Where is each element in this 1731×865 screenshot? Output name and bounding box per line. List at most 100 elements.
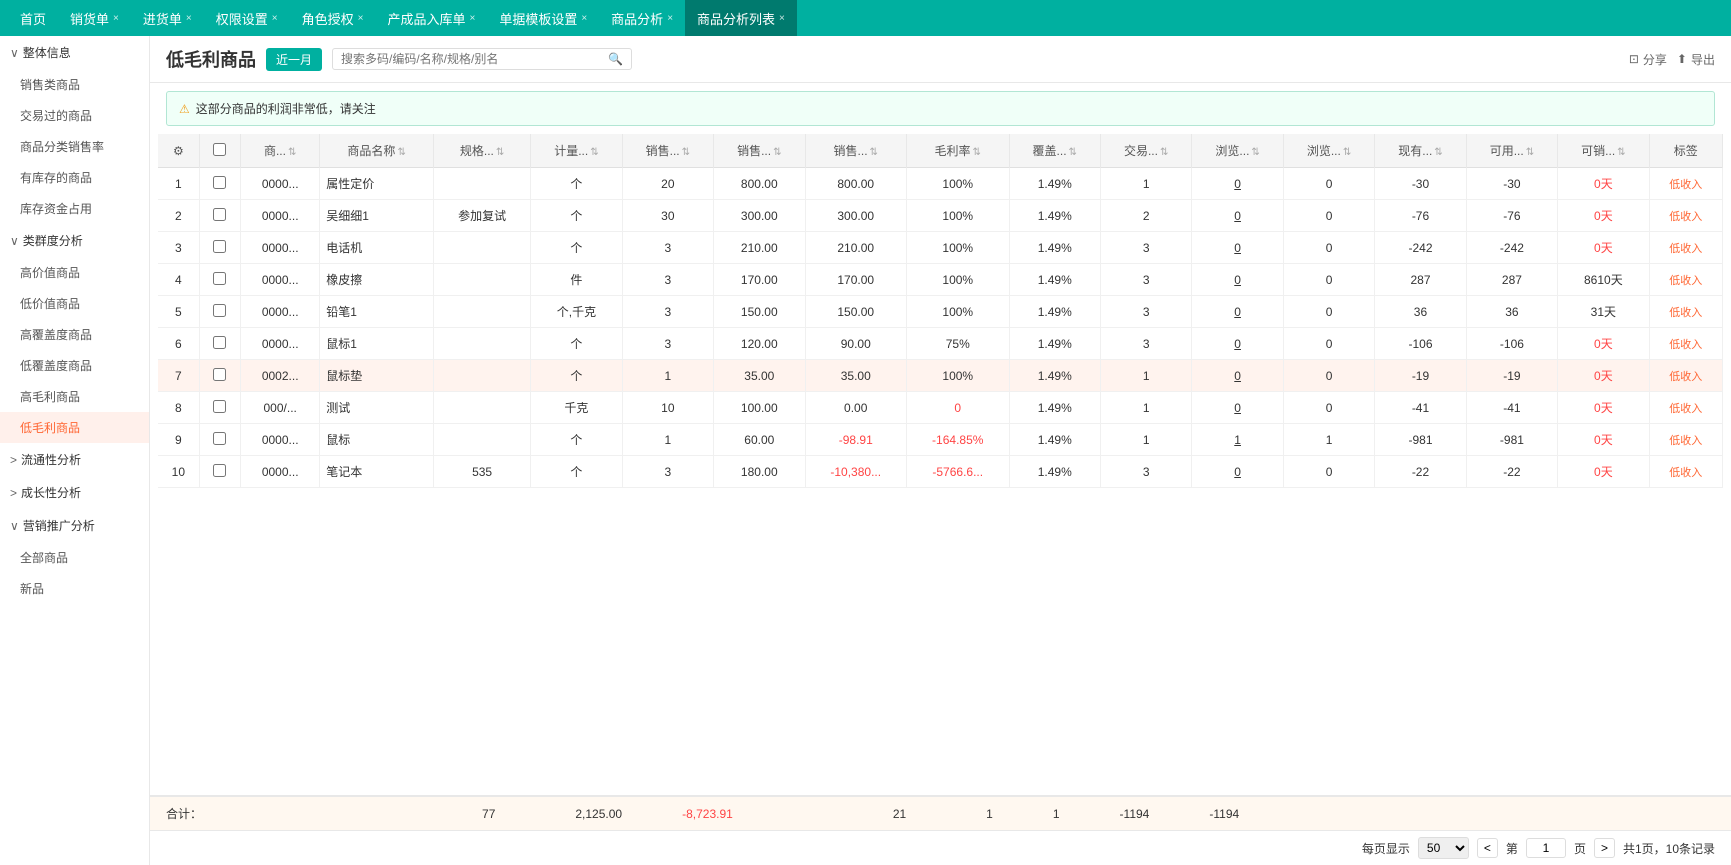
row-select-checkbox[interactable] (213, 336, 226, 349)
close-icon[interactable]: × (469, 13, 475, 24)
page-number-input[interactable] (1526, 838, 1566, 858)
row-view1[interactable]: 0 (1192, 168, 1283, 200)
col-code[interactable]: 商...⇅ (241, 134, 320, 168)
row-select-checkbox[interactable] (213, 304, 226, 317)
row-gross-rate: -5766.6... (906, 456, 1009, 488)
row-spec (434, 424, 531, 456)
row-select-checkbox[interactable] (213, 464, 226, 477)
row-select-checkbox[interactable] (213, 176, 226, 189)
sidebar-section-marketing[interactable]: ∨ 营销推广分析 (0, 509, 149, 542)
export-button[interactable]: ⬆ 导出 (1677, 51, 1715, 68)
close-icon[interactable]: × (358, 13, 364, 24)
col-trade[interactable]: 交易...⇅ (1100, 134, 1191, 168)
col-coverage[interactable]: 覆盖...⇅ (1009, 134, 1100, 168)
row-view1[interactable]: 0 (1192, 264, 1283, 296)
sidebar-item-sales-goods[interactable]: 销售类商品 (0, 69, 149, 100)
col-sales-price[interactable]: 销售...⇅ (714, 134, 805, 168)
row-select-checkbox[interactable] (213, 400, 226, 413)
col-available[interactable]: 可用...⇅ (1466, 134, 1557, 168)
row-select-checkbox[interactable] (213, 208, 226, 221)
per-page-select[interactable]: 50 100 200 (1418, 837, 1469, 859)
nav-product-analysis[interactable]: 商品分析 × (599, 0, 685, 36)
share-button[interactable]: ⊡ 分享 (1629, 51, 1667, 68)
row-view1[interactable]: 0 (1192, 456, 1283, 488)
row-view1[interactable]: 0 (1192, 232, 1283, 264)
col-view1[interactable]: 浏览...⇅ (1192, 134, 1283, 168)
col-unit[interactable]: 计量...⇅ (531, 134, 622, 168)
sidebar-item-category-sales-rate[interactable]: 商品分类销售率 (0, 131, 149, 162)
row-sales-qty: 10 (622, 392, 713, 424)
col-tag[interactable]: 标签 (1649, 134, 1722, 168)
row-checkbox[interactable] (199, 424, 240, 456)
close-icon[interactable]: × (113, 13, 119, 24)
search-input[interactable] (341, 52, 608, 66)
nav-product-analysis-list[interactable]: 商品分析列表 × (685, 0, 797, 36)
col-gross-rate[interactable]: 毛利率⇅ (906, 134, 1009, 168)
sidebar-item-inventory-capital[interactable]: 库存资金占用 (0, 193, 149, 224)
nav-roles[interactable]: 角色授权 × (290, 0, 376, 36)
sidebar-section-overall[interactable]: ∨ 整体信息 (0, 36, 149, 69)
sidebar-section-growth[interactable]: > 成长性分析 (0, 476, 149, 509)
row-select-checkbox[interactable] (213, 368, 226, 381)
col-sales-qty[interactable]: 销售...⇅ (622, 134, 713, 168)
row-view1[interactable]: 1 (1192, 424, 1283, 456)
sidebar-section-cluster[interactable]: ∨ 类群度分析 (0, 224, 149, 257)
next-page-button[interactable]: > (1594, 838, 1615, 858)
table-row: 1 0000... 属性定价 个 20 800.00 800.00 100% 1… (158, 168, 1723, 200)
sidebar-item-high-margin[interactable]: 高毛利商品 (0, 381, 149, 412)
col-view2[interactable]: 浏览...⇅ (1283, 134, 1374, 168)
sidebar-item-low-value[interactable]: 低价值商品 (0, 288, 149, 319)
filter-button[interactable]: 近一月 (266, 48, 322, 71)
nav-template-settings[interactable]: 单据模板设置 × (487, 0, 599, 36)
row-checkbox[interactable] (199, 200, 240, 232)
row-checkbox[interactable] (199, 328, 240, 360)
row-sales-price: 100.00 (714, 392, 805, 424)
prev-page-button[interactable]: < (1477, 838, 1498, 858)
col-sellable[interactable]: 可销...⇅ (1558, 134, 1649, 168)
select-all-checkbox[interactable] (213, 143, 226, 156)
row-select-checkbox[interactable] (213, 240, 226, 253)
row-view1[interactable]: 0 (1192, 328, 1283, 360)
nav-sales-order[interactable]: 销货单 × (58, 0, 131, 36)
row-view1[interactable]: 0 (1192, 200, 1283, 232)
sidebar-item-all-goods[interactable]: 全部商品 (0, 542, 149, 573)
sidebar-item-high-coverage[interactable]: 高覆盖度商品 (0, 319, 149, 350)
row-checkbox[interactable] (199, 168, 240, 200)
row-name: 电话机 (320, 232, 434, 264)
col-settings[interactable]: ⚙ (158, 134, 199, 168)
row-select-checkbox[interactable] (213, 432, 226, 445)
close-icon[interactable]: × (581, 13, 587, 24)
nav-home[interactable]: 首页 (8, 0, 58, 36)
close-icon[interactable]: × (186, 13, 192, 24)
row-checkbox[interactable] (199, 392, 240, 424)
row-checkbox[interactable] (199, 456, 240, 488)
sidebar-item-traded-goods[interactable]: 交易过的商品 (0, 100, 149, 131)
row-available: 287 (1466, 264, 1557, 296)
row-view1[interactable]: 0 (1192, 392, 1283, 424)
nav-finished-goods[interactable]: 产成品入库单 × (375, 0, 487, 36)
row-select-checkbox[interactable] (213, 272, 226, 285)
sidebar-item-new-goods[interactable]: 新品 (0, 573, 149, 604)
col-current[interactable]: 现有...⇅ (1375, 134, 1466, 168)
nav-permissions[interactable]: 权限设置 × (204, 0, 290, 36)
row-view1[interactable]: 0 (1192, 360, 1283, 392)
col-spec[interactable]: 规格...⇅ (434, 134, 531, 168)
row-checkbox[interactable] (199, 296, 240, 328)
col-checkbox[interactable] (199, 134, 240, 168)
col-name[interactable]: 商品名称⇅ (320, 134, 434, 168)
row-view1[interactable]: 0 (1192, 296, 1283, 328)
close-icon[interactable]: × (779, 13, 785, 24)
nav-purchase-order[interactable]: 进货单 × (131, 0, 204, 36)
row-checkbox[interactable] (199, 360, 240, 392)
close-icon[interactable]: × (272, 13, 278, 24)
close-icon[interactable]: × (667, 13, 673, 24)
search-icon[interactable]: 🔍 (608, 52, 623, 66)
col-sales-amount[interactable]: 销售...⇅ (805, 134, 906, 168)
sidebar-item-low-coverage[interactable]: 低覆盖度商品 (0, 350, 149, 381)
row-checkbox[interactable] (199, 264, 240, 296)
sidebar-item-high-value[interactable]: 高价值商品 (0, 257, 149, 288)
row-checkbox[interactable] (199, 232, 240, 264)
sidebar-item-low-margin[interactable]: 低毛利商品 (0, 412, 149, 443)
sidebar-section-circulation[interactable]: > 流通性分析 (0, 443, 149, 476)
sidebar-item-stocked-goods[interactable]: 有库存的商品 (0, 162, 149, 193)
